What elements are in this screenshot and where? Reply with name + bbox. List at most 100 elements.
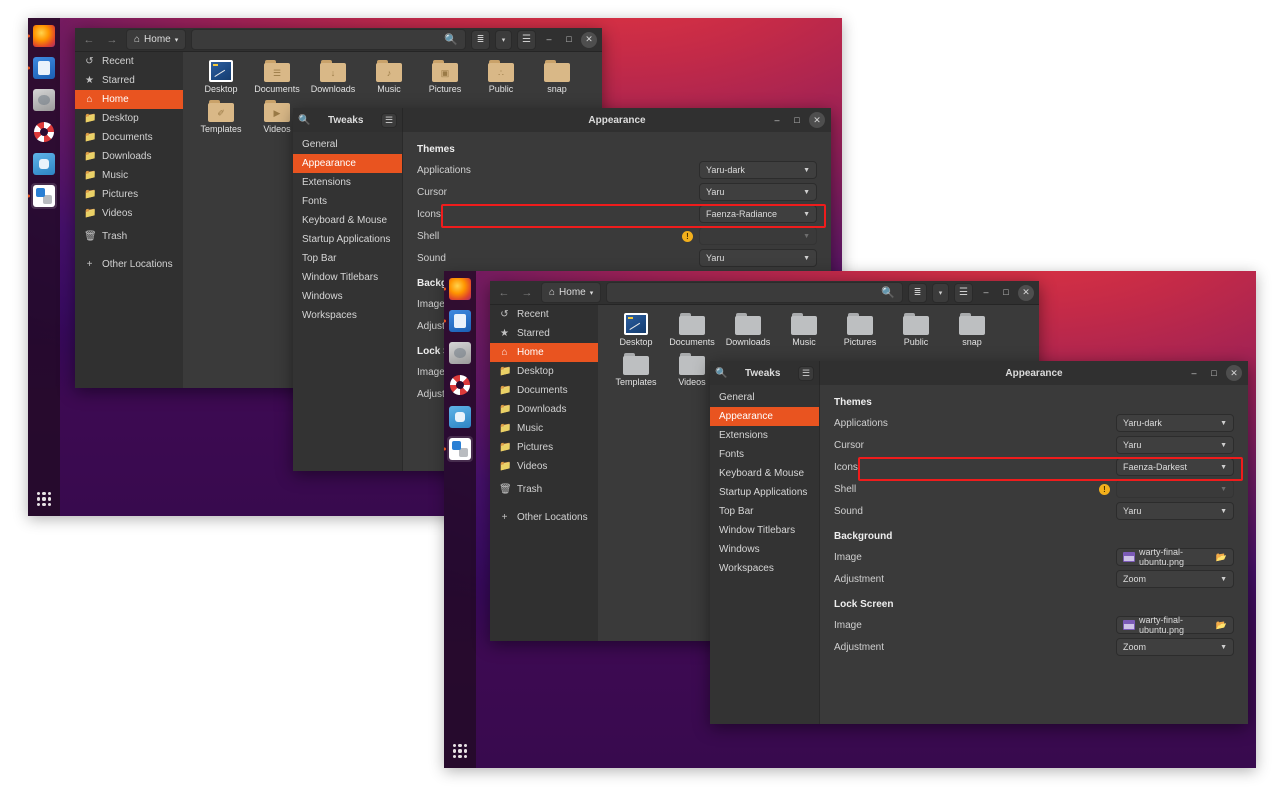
search-input-front[interactable]: 🔍 (606, 282, 903, 303)
file-item[interactable]: ▣ Pictures (417, 60, 473, 94)
open-folder-icon[interactable]: 📂 (1216, 620, 1227, 631)
sidebar-item-other-locations[interactable]: + Other Locations (75, 255, 183, 274)
dock-item-tweaks[interactable] (31, 183, 57, 209)
sidebar-item-documents[interactable]: 📁 Documents (490, 381, 598, 400)
tweaks-nav-workspaces[interactable]: Workspaces (293, 306, 402, 325)
tweaks-nav-keyboard-mouse[interactable]: Keyboard & Mouse (710, 464, 819, 483)
tweaks-nav-window-titlebars[interactable]: Window Titlebars (293, 268, 402, 287)
dock-item-firefox[interactable] (31, 23, 57, 49)
ubuntu-dock-back[interactable] (28, 18, 60, 516)
sidebar-item-home[interactable]: ⌂ Home (75, 90, 183, 109)
file-item[interactable]: ✐ Templates (193, 100, 249, 134)
nav-back-button[interactable]: ← (80, 30, 98, 50)
file-item[interactable]: ♪ Music (361, 60, 417, 94)
tweaks-nav-top-bar[interactable]: Top Bar (293, 249, 402, 268)
open-folder-icon[interactable]: 📂 (1216, 552, 1227, 563)
tweaks-nav-fonts[interactable]: Fonts (293, 192, 402, 211)
tweaks-nav-workspaces[interactable]: Workspaces (710, 559, 819, 578)
tweaks-nav-windows[interactable]: Windows (293, 287, 402, 306)
sidebar-item-trash[interactable]: 🗑 Trash (75, 227, 183, 246)
combobox-sound[interactable]: Yaru ▼ (1116, 502, 1234, 520)
sidebar-item-videos[interactable]: 📁 Videos (490, 457, 598, 476)
dock-item-files[interactable] (31, 87, 57, 113)
sidebar-item-starred[interactable]: ★ Starred (75, 71, 183, 90)
search-icon[interactable]: 🔍 (881, 286, 895, 299)
chevron-down-icon[interactable]: ▾ (590, 289, 594, 297)
file-item[interactable]: Pictures (832, 313, 888, 347)
view-options-button[interactable]: ▾ (495, 29, 512, 50)
tweaks-nav-keyboard-mouse[interactable]: Keyboard & Mouse (293, 211, 402, 230)
file-item[interactable]: Templates (608, 353, 664, 387)
tweaks-nav-general[interactable]: General (293, 135, 402, 154)
tweaks-nav-appearance[interactable]: Appearance (293, 154, 402, 173)
sidebar-item-music[interactable]: 📁 Music (490, 419, 598, 438)
hamburger-menu-button[interactable]: ☰ (381, 112, 397, 128)
hamburger-menu-button[interactable]: ☰ (954, 282, 973, 303)
sidebar-item-trash[interactable]: 🗑 Trash (490, 480, 598, 499)
search-input-back[interactable]: 🔍 (191, 29, 466, 50)
combobox-cursor[interactable]: Yaru ▼ (699, 183, 817, 201)
maximize-button[interactable]: □ (998, 285, 1014, 301)
sidebar-item-desktop[interactable]: 📁 Desktop (75, 109, 183, 128)
tweaks-sidebar-back[interactable]: General Appearance Extensions Fonts Keyboard… (293, 132, 403, 471)
path-bar-back[interactable]: ⌂ Home ▾ (126, 29, 187, 50)
sidebar-item-downloads[interactable]: 📁 Downloads (490, 400, 598, 419)
sidebar-item-pictures[interactable]: 📁 Pictures (490, 438, 598, 457)
dock-item-help[interactable] (31, 119, 57, 145)
dock-item-software[interactable] (447, 404, 473, 430)
tweaks-nav-startup-applications[interactable]: Startup Applications (710, 483, 819, 502)
file-item[interactable]: Downloads (720, 313, 776, 347)
maximize-button[interactable]: □ (789, 112, 805, 128)
close-button[interactable]: ✕ (809, 112, 825, 128)
file-chooser-image[interactable]: warty-final-ubuntu.png 📂 (1116, 547, 1234, 567)
close-button[interactable]: ✕ (581, 31, 597, 48)
minimize-button[interactable]: – (1186, 365, 1202, 381)
view-toggle-button[interactable]: ≣ (471, 29, 490, 50)
file-item[interactable]: ∴ Public (473, 60, 529, 94)
combobox-icons[interactable]: Faenza-Radiance ▼ (699, 205, 817, 223)
tweaks-sidebar-front[interactable]: General Appearance Extensions Fonts Keyboard… (710, 385, 820, 724)
maximize-button[interactable]: □ (1206, 365, 1222, 381)
sidebar-item-videos[interactable]: 📁 Videos (75, 204, 183, 223)
tweaks-nav-general[interactable]: General (710, 388, 819, 407)
file-item[interactable]: Public (888, 313, 944, 347)
tweaks-nav-extensions[interactable]: Extensions (710, 426, 819, 445)
dock-item-thunderbird[interactable] (31, 55, 57, 81)
close-button[interactable]: ✕ (1226, 365, 1242, 381)
dock-item-tweaks[interactable] (447, 436, 473, 462)
minimize-button[interactable]: – (978, 285, 994, 301)
ubuntu-dock-front[interactable] (444, 271, 476, 768)
tweaks-content-front[interactable]: Themes Applications Yaru-dark ▼ Cursor Yaru ▼ I… (820, 385, 1248, 724)
close-button[interactable]: ✕ (1018, 284, 1034, 301)
dock-item-files[interactable] (447, 340, 473, 366)
hamburger-menu-button[interactable]: ☰ (798, 365, 814, 381)
tweaks-nav-appearance[interactable]: Appearance (710, 407, 819, 426)
nav-back-button[interactable]: ← (495, 283, 513, 303)
dock-item-help[interactable] (447, 372, 473, 398)
combobox-adjustment[interactable]: Zoom ▼ (1116, 638, 1234, 656)
view-options-button[interactable]: ▾ (932, 282, 949, 303)
view-toggle-button[interactable]: ≣ (908, 282, 927, 303)
file-item[interactable]: Documents (664, 313, 720, 347)
file-item[interactable]: Music (776, 313, 832, 347)
dock-item-thunderbird[interactable] (447, 308, 473, 334)
sidebar-item-other-locations[interactable]: + Other Locations (490, 508, 598, 527)
dock-item-firefox[interactable] (447, 276, 473, 302)
combobox-icons[interactable]: Faenza-Darkest ▼ (1116, 458, 1234, 476)
path-bar-front[interactable]: ⌂ Home ▾ (541, 282, 602, 303)
minimize-button[interactable]: – (541, 32, 557, 48)
nautilus-sidebar-front[interactable]: ↺ Recent ★ Starred ⌂ Home 📁 Desktop 📁 Documents 📁 D… (490, 305, 598, 641)
file-item[interactable]: snap (529, 60, 585, 94)
tweaks-nav-extensions[interactable]: Extensions (293, 173, 402, 192)
search-icon[interactable]: 🔍 (444, 33, 458, 46)
search-icon[interactable]: 🔍 (715, 368, 727, 379)
nautilus-sidebar-back[interactable]: ↺ Recent ★ Starred ⌂ Home 📁 Desktop 📁 Documents 📁 D… (75, 52, 183, 388)
sidebar-item-music[interactable]: 📁 Music (75, 166, 183, 185)
sidebar-item-recent[interactable]: ↺ Recent (75, 52, 183, 71)
show-applications-icon[interactable] (37, 492, 51, 506)
combobox-adjustment[interactable]: Zoom ▼ (1116, 570, 1234, 588)
file-item[interactable]: ↓ Downloads (305, 60, 361, 94)
tweaks-nav-top-bar[interactable]: Top Bar (710, 502, 819, 521)
tweaks-nav-fonts[interactable]: Fonts (710, 445, 819, 464)
show-applications-icon[interactable] (453, 744, 467, 758)
